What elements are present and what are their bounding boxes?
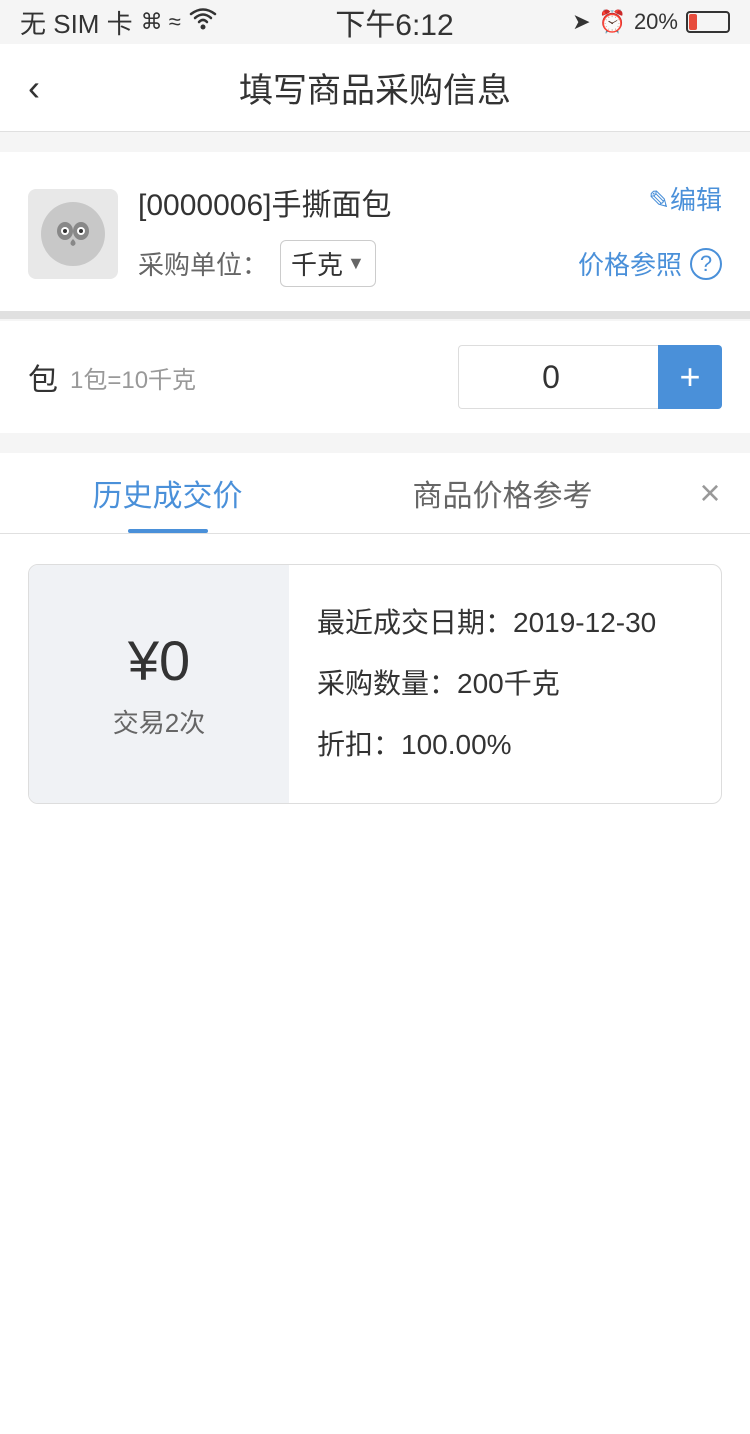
product-header: [0000006]手撕面包 采购单位： 千克 ▼ ✎编辑 价格参照 ? [28, 180, 722, 287]
product-info: [0000006]手撕面包 采购单位： 千克 ▼ [138, 180, 391, 287]
quantity-section: 包 1包=10千克 + [0, 321, 750, 433]
help-icon: ? [690, 248, 722, 280]
tab-price-reference[interactable]: 商品价格参考 [335, 453, 670, 533]
product-image [28, 189, 118, 279]
price-transaction-count: 交易2次 [113, 703, 205, 740]
product-unit-row: 采购单位： 千克 ▼ [138, 240, 391, 287]
product-name: [0000006]手撕面包 [138, 180, 391, 224]
price-currency: ¥ [128, 629, 159, 692]
status-time: 下午6:12 [335, 0, 453, 44]
unit-label: 采购单位： [138, 245, 268, 282]
price-reference-button[interactable]: 价格参照 ? [578, 245, 722, 282]
unit-arrow-icon: ▼ [347, 253, 365, 274]
battery-percent: 20% [634, 9, 678, 35]
tab-history-price[interactable]: 历史成交价 [0, 453, 335, 533]
tab-close-button[interactable]: × [670, 453, 750, 533]
nav-bar: ‹ 填写商品采购信息 [0, 44, 750, 132]
quantity-label: 包 1包=10千克 [28, 355, 196, 399]
location-icon: ➤ [572, 9, 590, 35]
price-detail-date: 最近成交日期：2019-12-30 [317, 601, 693, 646]
quantity-conversion: 1包=10千克 [70, 360, 196, 395]
price-card: ¥0 交易2次 最近成交日期：2019-12-30 采购数量：200千克 折扣：… [28, 564, 722, 804]
wifi-icon: ⌘ ≈ [141, 9, 181, 35]
product-section: [0000006]手撕面包 采购单位： 千克 ▼ ✎编辑 价格参照 ? [0, 152, 750, 311]
status-carrier: 无 SIM 卡 ⌘ ≈ [20, 4, 217, 41]
battery-icon [686, 11, 730, 33]
unit-select[interactable]: 千克 ▼ [280, 240, 376, 287]
price-detail-discount: 折扣：100.00% [317, 723, 693, 768]
price-amount: ¥0 [128, 628, 190, 693]
product-left: [0000006]手撕面包 采购单位： 千克 ▼ [28, 180, 391, 287]
tab-active-indicator [128, 529, 208, 533]
price-card-right: 最近成交日期：2019-12-30 采购数量：200千克 折扣：100.00% [289, 565, 721, 803]
product-logo [38, 199, 108, 269]
section-divider [0, 311, 750, 319]
quantity-input-area: + [458, 345, 722, 409]
alarm-icon: ⏰ [599, 9, 626, 35]
quantity-plus-button[interactable]: + [658, 345, 722, 409]
price-card-left: ¥0 交易2次 [29, 565, 289, 803]
back-button[interactable]: ‹ [28, 67, 40, 109]
quantity-unit-badge: 包 [28, 355, 58, 399]
page-title: 填写商品采购信息 [239, 63, 511, 112]
quantity-input[interactable] [458, 345, 658, 409]
status-right-icons: ➤ ⏰ 20% [572, 9, 730, 35]
tabs-section: 历史成交价 商品价格参考 × ¥0 交易2次 最近成交日期：2019-12-30… [0, 453, 750, 834]
bottom-area [0, 834, 750, 1434]
price-value: 0 [159, 629, 190, 692]
edit-button[interactable]: ✎编辑 [648, 180, 722, 217]
tab-content: ¥0 交易2次 最近成交日期：2019-12-30 采购数量：200千克 折扣：… [0, 534, 750, 834]
wifi-signal [189, 8, 217, 36]
price-detail-quantity: 采购数量：200千克 [317, 662, 693, 707]
tabs-header: 历史成交价 商品价格参考 × [0, 453, 750, 534]
quantity-row: 包 1包=10千克 + [28, 321, 722, 433]
status-bar: 无 SIM 卡 ⌘ ≈ 下午6:12 ➤ ⏰ 20% [0, 0, 750, 44]
